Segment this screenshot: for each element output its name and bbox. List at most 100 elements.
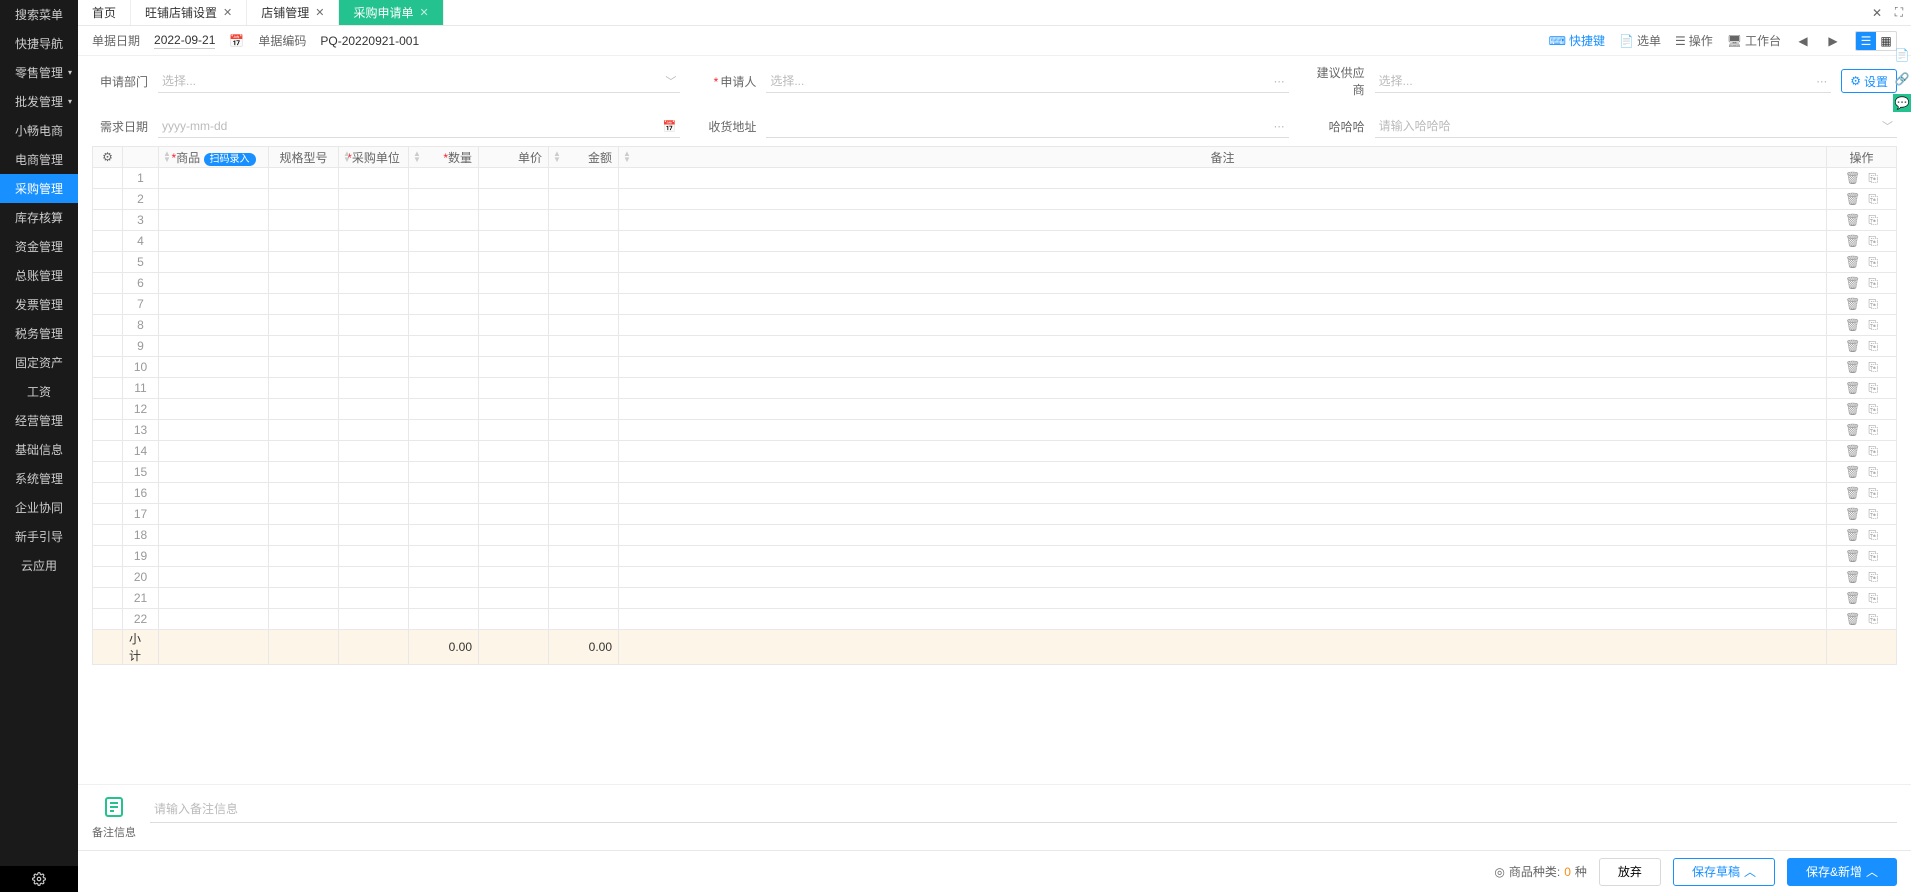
delete-row-icon[interactable]: 🗑 [1845,276,1860,291]
dept-input[interactable] [158,69,680,93]
sidebar-item-4[interactable]: 小畅电商 [0,116,78,145]
discard-button[interactable]: 放弃 [1599,858,1661,886]
sidebar-item-5[interactable]: 电商管理 [0,145,78,174]
col-qty[interactable]: ▲▼*数量 [409,147,479,168]
sidebar-item-2[interactable]: 零售管理▾ [0,58,78,87]
sidebar-item-8[interactable]: 资金管理 [0,232,78,261]
operate-action[interactable]: ☰操作 [1675,32,1713,49]
delete-row-icon[interactable]: 🗑 [1845,591,1860,606]
copy-row-icon[interactable]: ⎘ [1868,213,1878,228]
scan-badge[interactable]: 扫码录入 [204,153,256,166]
table-row[interactable]: 16 🗑 ⎘ [93,483,1897,504]
sidebar-item-6[interactable]: 采购管理 [0,174,78,203]
view-list[interactable]: ☰ [1856,32,1876,50]
rail-doc-icon[interactable]: 📄 [1893,46,1911,64]
calendar-icon[interactable]: 📅 [663,120,677,133]
table-row[interactable]: 9 🗑 ⎘ [93,336,1897,357]
table-row[interactable]: 11 🗑 ⎘ [93,378,1897,399]
table-row[interactable]: 21 🗑 ⎘ [93,588,1897,609]
copy-row-icon[interactable]: ⎘ [1868,402,1878,417]
tab-2[interactable]: 店铺管理✕ [247,0,339,25]
save-draft-button[interactable]: 保存草稿︿ [1673,858,1775,886]
close-all-tabs[interactable]: ✕ [1869,5,1885,21]
table-row[interactable]: 1 🗑 ⎘ [93,168,1897,189]
copy-row-icon[interactable]: ⎘ [1868,528,1878,543]
copy-row-icon[interactable]: ⎘ [1868,192,1878,207]
table-row[interactable]: 4 🗑 ⎘ [93,231,1897,252]
copy-row-icon[interactable]: ⎘ [1868,612,1878,627]
col-unit[interactable]: ▲▼*采购单位 [339,147,409,168]
sidebar-item-1[interactable]: 快捷导航 [0,29,78,58]
sidebar-item-16[interactable]: 系统管理 [0,464,78,493]
copy-row-icon[interactable]: ⎘ [1868,570,1878,585]
table-row[interactable]: 6 🗑 ⎘ [93,273,1897,294]
table-row[interactable]: 17 🗑 ⎘ [93,504,1897,525]
delete-row-icon[interactable]: 🗑 [1845,192,1860,207]
table-row[interactable]: 14 🗑 ⎘ [93,441,1897,462]
copy-row-icon[interactable]: ⎘ [1868,381,1878,396]
delete-row-icon[interactable]: 🗑 [1845,213,1860,228]
sidebar-settings[interactable] [0,866,78,892]
settings-button[interactable]: ⚙设置 [1841,69,1897,93]
close-icon[interactable]: ✕ [223,6,232,19]
tab-3[interactable]: 采购申请单✕ [339,0,443,25]
close-icon[interactable]: ✕ [315,6,324,19]
col-remark[interactable]: ▲▼备注 [619,147,1827,168]
delete-row-icon[interactable]: 🗑 [1845,444,1860,459]
copy-row-icon[interactable]: ⎘ [1868,507,1878,522]
copy-row-icon[interactable]: ⎘ [1868,549,1878,564]
chevron-down-icon[interactable]: ﹀ [665,73,676,89]
sidebar-item-9[interactable]: 总账管理 [0,261,78,290]
copy-row-icon[interactable]: ⎘ [1868,444,1878,459]
copy-row-icon[interactable]: ⎘ [1868,360,1878,375]
shortcut-link[interactable]: ⌨快捷键 [1549,32,1605,49]
copy-row-icon[interactable]: ⎘ [1868,339,1878,354]
select-doc-action[interactable]: 📄选单 [1619,32,1661,49]
save-new-button[interactable]: 保存&新增︿ [1787,858,1897,886]
delete-row-icon[interactable]: 🗑 [1845,612,1860,627]
supplier-input[interactable] [1375,69,1832,93]
copy-row-icon[interactable]: ⎘ [1868,465,1878,480]
sidebar-item-13[interactable]: 工资 [0,377,78,406]
table-row[interactable]: 13 🗑 ⎘ [93,420,1897,441]
delete-row-icon[interactable]: 🗑 [1845,297,1860,312]
table-row[interactable]: 19 🗑 ⎘ [93,546,1897,567]
table-row[interactable]: 7 🗑 ⎘ [93,294,1897,315]
date-value[interactable]: 2022-09-21 [154,33,215,49]
next-icon[interactable]: ▶ [1825,33,1841,49]
table-row[interactable]: 3 🗑 ⎘ [93,210,1897,231]
calendar-icon[interactable]: 📅 [229,34,244,48]
rail-chat-icon[interactable]: 💬 [1893,94,1911,112]
workbench-action[interactable]: 🖥工作台 [1727,32,1781,49]
delete-row-icon[interactable]: 🗑 [1845,507,1860,522]
table-row[interactable]: 12 🗑 ⎘ [93,399,1897,420]
copy-row-icon[interactable]: ⎘ [1868,234,1878,249]
sidebar-item-14[interactable]: 经营管理 [0,406,78,435]
delete-row-icon[interactable]: 🗑 [1845,528,1860,543]
delete-row-icon[interactable]: 🗑 [1845,171,1860,186]
sidebar-item-3[interactable]: 批发管理▾ [0,87,78,116]
col-amount[interactable]: ▲▼金额 [549,147,619,168]
more-icon[interactable]: ⋯ [1274,75,1285,88]
table-row[interactable]: 5 🗑 ⎘ [93,252,1897,273]
col-spec[interactable]: 规格型号 [269,147,339,168]
copy-row-icon[interactable]: ⎘ [1868,297,1878,312]
copy-row-icon[interactable]: ⎘ [1868,255,1878,270]
delete-row-icon[interactable]: 🗑 [1845,465,1860,480]
delete-row-icon[interactable]: 🗑 [1845,423,1860,438]
sidebar-item-11[interactable]: 税务管理 [0,319,78,348]
table-row[interactable]: 15 🗑 ⎘ [93,462,1897,483]
address-input[interactable] [766,114,1288,138]
delete-row-icon[interactable]: 🗑 [1845,255,1860,270]
sidebar-item-7[interactable]: 库存核算 [0,203,78,232]
sidebar-item-18[interactable]: 新手引导 [0,522,78,551]
col-product[interactable]: ▲▼*商品 扫码录入 [159,147,269,168]
copy-row-icon[interactable]: ⎘ [1868,591,1878,606]
close-icon[interactable]: ✕ [420,6,429,19]
more-icon[interactable]: ⋯ [1274,120,1285,133]
applicant-input[interactable] [766,69,1288,93]
sidebar-item-15[interactable]: 基础信息 [0,435,78,464]
delete-row-icon[interactable]: 🗑 [1845,549,1860,564]
delete-row-icon[interactable]: 🗑 [1845,234,1860,249]
delete-row-icon[interactable]: 🗑 [1845,486,1860,501]
